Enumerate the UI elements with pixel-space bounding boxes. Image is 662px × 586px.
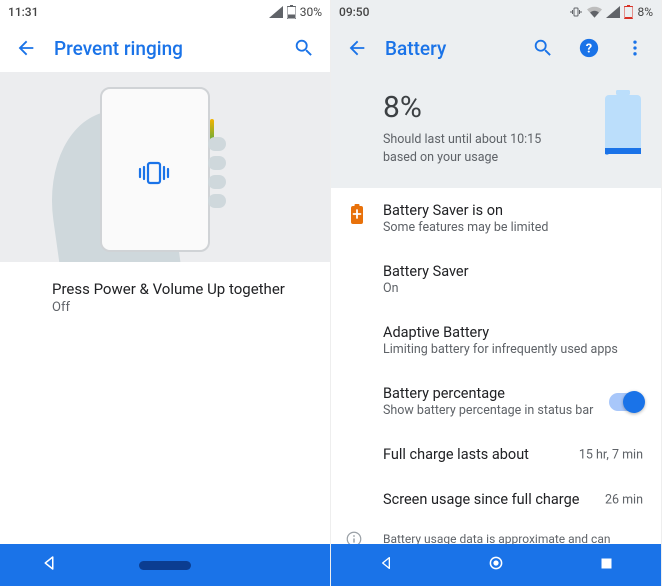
- svg-text:?: ?: [586, 42, 592, 57]
- status-icons: 30%: [269, 5, 322, 19]
- battery-estimate: Should last until about 10:15 based on y…: [383, 131, 573, 166]
- battery-percentage: 8%: [383, 90, 573, 125]
- nav-back-button[interactable]: [378, 555, 394, 575]
- shortcut-setting[interactable]: Press Power & Volume Up together Off: [0, 262, 330, 321]
- screen-battery: 09:50 8% Battery ? 8% Should last unti: [331, 0, 662, 586]
- page-title: Battery: [385, 37, 515, 60]
- toggle-switch[interactable]: [609, 393, 643, 411]
- search-button[interactable]: [525, 30, 561, 66]
- status-icons: 8%: [569, 5, 653, 19]
- back-button[interactable]: [339, 30, 375, 66]
- battery-icon: [287, 5, 296, 19]
- illustration: [0, 72, 330, 262]
- search-icon: [532, 37, 554, 59]
- navigation-bar: [331, 544, 661, 586]
- battery-summary: 8% Should last until about 10:15 based o…: [331, 72, 661, 188]
- arrow-back-icon: [346, 37, 368, 59]
- signal-icon: [269, 6, 283, 18]
- battery-saver-icon: [345, 202, 369, 226]
- setting-title: Press Power & Volume Up together: [52, 280, 312, 298]
- settings-list: Battery Saver is on Some features may be…: [331, 188, 661, 544]
- content: 8% Should last until about 10:15 based o…: [331, 72, 661, 544]
- adaptive-battery[interactable]: Adaptive Battery Limiting battery for in…: [331, 310, 661, 371]
- status-time: 09:50: [339, 5, 369, 19]
- nav-home-pill[interactable]: [139, 561, 191, 570]
- nav-home-button[interactable]: [487, 554, 505, 576]
- status-bar: 09:50 8%: [331, 0, 661, 24]
- item-value: 15 hr, 7 min: [579, 447, 643, 462]
- nav-back-icon: [40, 554, 58, 572]
- status-battery-pct: 30%: [300, 5, 322, 19]
- status-battery-pct: 8%: [637, 5, 653, 19]
- item-subtitle: Limiting battery for infrequently used a…: [383, 342, 643, 357]
- fingers: [208, 137, 226, 208]
- help-button[interactable]: ?: [571, 30, 607, 66]
- signal-icon: [606, 6, 620, 18]
- battery-icon: [624, 5, 633, 19]
- item-title: Battery percentage: [383, 385, 643, 402]
- setting-subtitle: Off: [52, 300, 312, 315]
- item-title: Battery Saver: [383, 263, 643, 280]
- help-icon: ?: [578, 37, 600, 59]
- nav-back-button[interactable]: [40, 554, 58, 576]
- full-charge-duration[interactable]: Full charge lasts about 15 hr, 7 min: [331, 432, 661, 477]
- wifi-icon: [587, 6, 602, 18]
- arrow-back-icon: [15, 37, 37, 59]
- battery-percentage-toggle[interactable]: Battery percentage Show battery percenta…: [331, 371, 661, 432]
- screen-prevent-ringing: 11:31 30% Prevent ringing: [0, 0, 331, 586]
- back-button[interactable]: [8, 30, 44, 66]
- item-title: Adaptive Battery: [383, 324, 643, 341]
- vibrate-icon: [569, 6, 583, 18]
- search-icon: [293, 37, 315, 59]
- nav-home-icon: [487, 554, 505, 572]
- content: Press Power & Volume Up together Off: [0, 72, 330, 544]
- page-title: Prevent ringing: [54, 37, 276, 60]
- battery-saver[interactable]: Battery Saver On: [331, 249, 661, 310]
- footer-text: Battery usage data is approximate and ca…: [383, 532, 610, 544]
- battery-saver-notice[interactable]: Battery Saver is on Some features may be…: [331, 188, 661, 249]
- info-icon: [345, 530, 363, 544]
- nav-back-icon: [378, 555, 394, 571]
- navigation-bar: [0, 544, 330, 586]
- more-vert-icon: [625, 38, 645, 58]
- app-bar: Battery ?: [331, 24, 661, 72]
- item-title: Battery Saver is on: [383, 202, 643, 219]
- vibrate-icon: [135, 160, 173, 190]
- item-value: 26 min: [605, 492, 643, 507]
- item-subtitle: On: [383, 281, 643, 296]
- footer-note: Battery usage data is approximate and ca…: [331, 522, 661, 544]
- item-subtitle: Some features may be limited: [383, 220, 643, 235]
- nav-recent-button[interactable]: [599, 556, 614, 575]
- nav-recent-icon: [599, 556, 614, 571]
- item-subtitle: Show battery percentage in status bar: [383, 403, 643, 418]
- status-time: 11:31: [8, 5, 38, 19]
- battery-large-icon: [603, 90, 643, 160]
- app-bar: Prevent ringing: [0, 24, 330, 72]
- search-button[interactable]: [286, 30, 322, 66]
- screen-usage[interactable]: Screen usage since full charge 26 min: [331, 477, 661, 522]
- status-bar: 11:31 30%: [0, 0, 330, 24]
- overflow-button[interactable]: [617, 30, 653, 66]
